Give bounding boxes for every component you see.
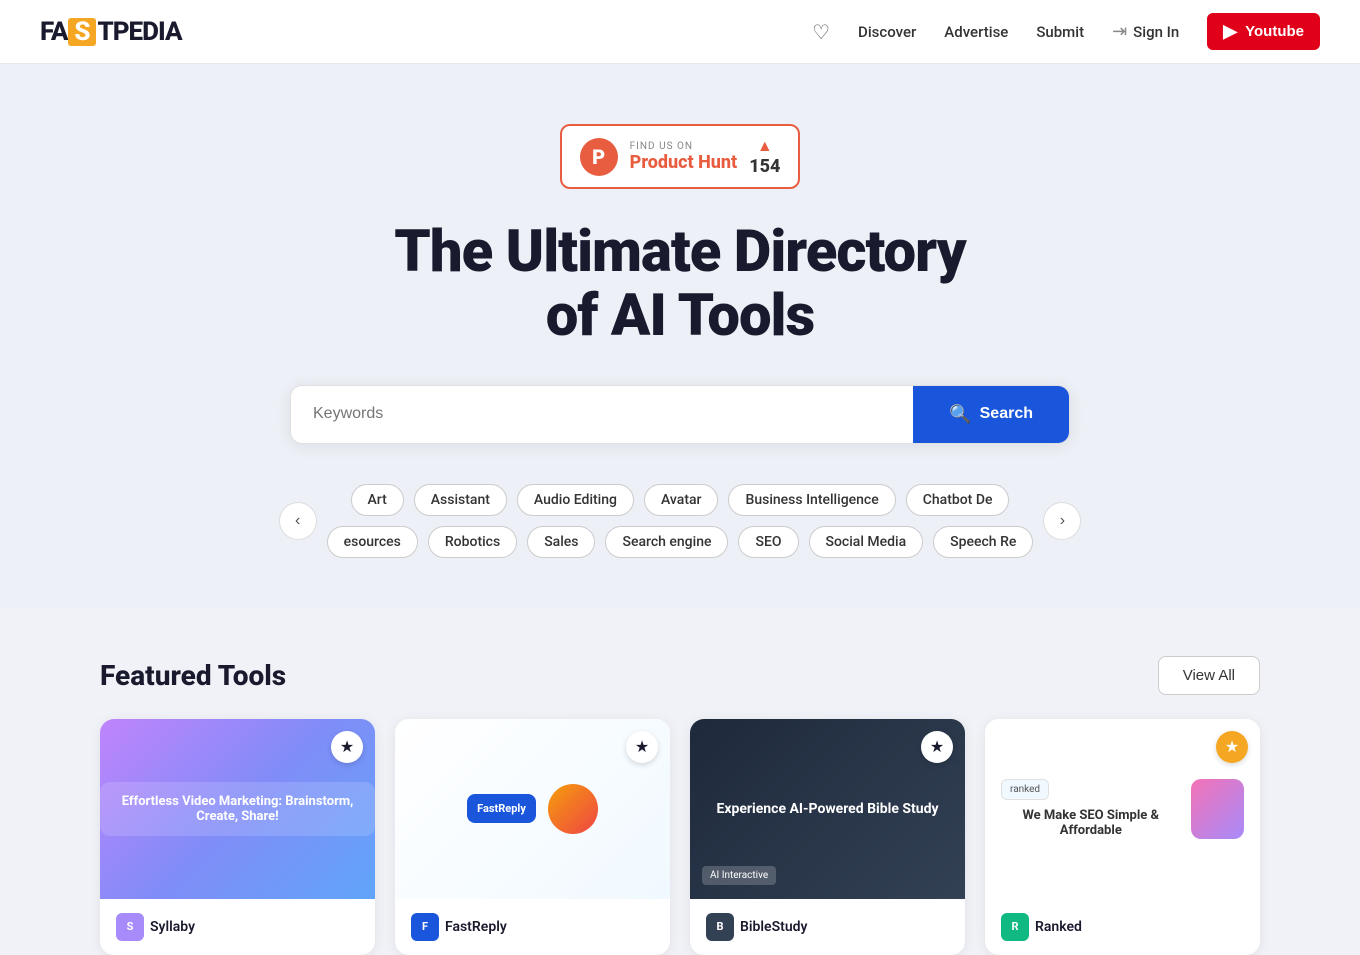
signin-button[interactable]: ⇥ Sign In	[1112, 21, 1179, 42]
tags-prev-button[interactable]: ‹	[279, 502, 317, 540]
cards-grid: Effortless Video Marketing: Brainstorm, …	[100, 719, 1260, 955]
fastreply-star[interactable]: ★	[626, 731, 658, 763]
tags-line-1: Art Assistant Audio Editing Avatar Business …	[351, 484, 1010, 516]
ranked-logo: R	[1001, 913, 1029, 941]
tag-pill[interactable]: Chatbot De	[906, 484, 1010, 516]
youtube-label: Youtube	[1245, 23, 1304, 40]
nav-discover[interactable]: Discover	[858, 23, 916, 41]
ph-count-block: ▲ 154	[749, 136, 780, 177]
ranked-name: Ranked	[1035, 919, 1082, 935]
search-input[interactable]	[291, 386, 913, 443]
search-icon: 🔍	[949, 404, 971, 425]
tag-pill[interactable]: Speech Re	[933, 526, 1033, 558]
syllaby-logo: S	[116, 913, 144, 941]
ph-count-value: 154	[749, 156, 780, 177]
fastreply-label: F FastReply	[395, 899, 670, 955]
syllaby-name: Syllaby	[150, 919, 195, 935]
logo[interactable]: FA S TPEDIA	[40, 17, 182, 47]
logo-box-s: S	[68, 18, 96, 46]
heart-icon[interactable]: ♡	[812, 20, 830, 44]
nav-advertise[interactable]: Advertise	[944, 23, 1008, 41]
youtube-button[interactable]: ▶ Youtube	[1207, 13, 1320, 50]
biblestudy-tagline: Experience AI-Powered Bible Study	[704, 801, 950, 817]
nav-submit[interactable]: Submit	[1036, 23, 1084, 41]
hero-title-line2: of AI Tools	[546, 282, 814, 350]
search-button[interactable]: 🔍 Search	[913, 386, 1069, 443]
tag-pill[interactable]: Sales	[527, 526, 595, 558]
tag-pill[interactable]: Audio Editing	[517, 484, 634, 516]
biblestudy-logo: B	[706, 913, 734, 941]
tool-card-fastreply[interactable]: FastReply ★ F FastReply	[395, 719, 670, 955]
tag-pill[interactable]: Search engine	[605, 526, 728, 558]
fastreply-logo: F	[411, 913, 439, 941]
card-img-biblestudy: Experience AI-Powered Bible Study AI Int…	[690, 719, 965, 899]
hero-section: P FIND US ON Product Hunt ▲ 154 The Ulti…	[0, 64, 1360, 608]
tag-pill[interactable]: SEO	[738, 526, 798, 558]
syllaby-label: S Syllaby	[100, 899, 375, 955]
ranked-label: R Ranked	[985, 899, 1260, 955]
nav-right: ♡ Discover Advertise Submit ⇥ Sign In ▶ …	[812, 13, 1320, 50]
tag-pill[interactable]: Robotics	[428, 526, 517, 558]
tool-card-ranked[interactable]: ranked We Make SEO Simple & Affordable ★…	[985, 719, 1260, 955]
tag-pill[interactable]: esources	[327, 526, 418, 558]
tags-section: ‹ Art Assistant Audio Editing Avatar Busines…	[20, 484, 1340, 558]
syllaby-star[interactable]: ★	[331, 731, 363, 763]
tool-card-syllaby[interactable]: Effortless Video Marketing: Brainstorm, …	[100, 719, 375, 955]
tool-card-biblestudy[interactable]: Experience AI-Powered Bible Study AI Int…	[690, 719, 965, 955]
ph-logo-circle: P	[580, 138, 618, 176]
ph-text: FIND US ON Product Hunt	[630, 141, 738, 173]
tags-next-button[interactable]: ›	[1043, 502, 1081, 540]
youtube-icon: ▶	[1223, 21, 1237, 42]
biblestudy-name: BibleStudy	[740, 919, 807, 935]
view-all-button[interactable]: View All	[1158, 656, 1260, 695]
card-img-syllaby: Effortless Video Marketing: Brainstorm, …	[100, 719, 375, 899]
tags-line-2: esources Robotics Sales Search engine SEO Soc…	[327, 526, 1034, 558]
biblestudy-star[interactable]: ★	[921, 731, 953, 763]
tag-pill[interactable]: Art	[351, 484, 404, 516]
ranked-illustration	[1191, 779, 1244, 839]
fastreply-name: FastReply	[445, 919, 507, 935]
card-img-ranked: ranked We Make SEO Simple & Affordable ★	[985, 719, 1260, 899]
featured-header: Featured Tools View All	[100, 656, 1260, 695]
card-img-fastreply: FastReply ★	[395, 719, 670, 899]
navbar: FA S TPEDIA ♡ Discover Advertise Submit …	[0, 0, 1360, 64]
tags-rows: Art Assistant Audio Editing Avatar Business …	[327, 484, 1034, 558]
tag-pill[interactable]: Social Media	[809, 526, 924, 558]
search-bar: 🔍 Search	[290, 385, 1070, 444]
hero-title: The Ultimate Directory of AI Tools	[20, 221, 1340, 349]
logo-text-fa: FA	[40, 17, 67, 47]
ph-find-us-label: FIND US ON	[630, 141, 738, 152]
product-hunt-badge[interactable]: P FIND US ON Product Hunt ▲ 154	[560, 124, 801, 189]
hero-title-line1: The Ultimate Directory	[394, 218, 965, 286]
signin-icon: ⇥	[1112, 21, 1127, 42]
featured-section: Featured Tools View All Effortless Video…	[80, 656, 1280, 955]
ph-arrow-icon: ▲	[757, 136, 773, 156]
syllaby-tagline: Effortless Video Marketing: Brainstorm, …	[116, 794, 359, 824]
search-btn-label: Search	[980, 405, 1033, 423]
biblestudy-overlay: AI Interactive	[702, 866, 776, 885]
tag-pill[interactable]: Avatar	[644, 484, 719, 516]
featured-title: Featured Tools	[100, 659, 286, 692]
ranked-star[interactable]: ★	[1216, 731, 1248, 763]
ranked-tagline: We Make SEO Simple & Affordable	[1001, 808, 1181, 838]
signin-label: Sign In	[1133, 23, 1179, 41]
logo-text-tpedia: TPEDIA	[97, 17, 181, 47]
tag-pill[interactable]: Business Intelligence	[728, 484, 895, 516]
ph-name-label: Product Hunt	[630, 152, 738, 173]
tag-pill[interactable]: Assistant	[414, 484, 507, 516]
biblestudy-label: B BibleStudy	[690, 899, 965, 955]
